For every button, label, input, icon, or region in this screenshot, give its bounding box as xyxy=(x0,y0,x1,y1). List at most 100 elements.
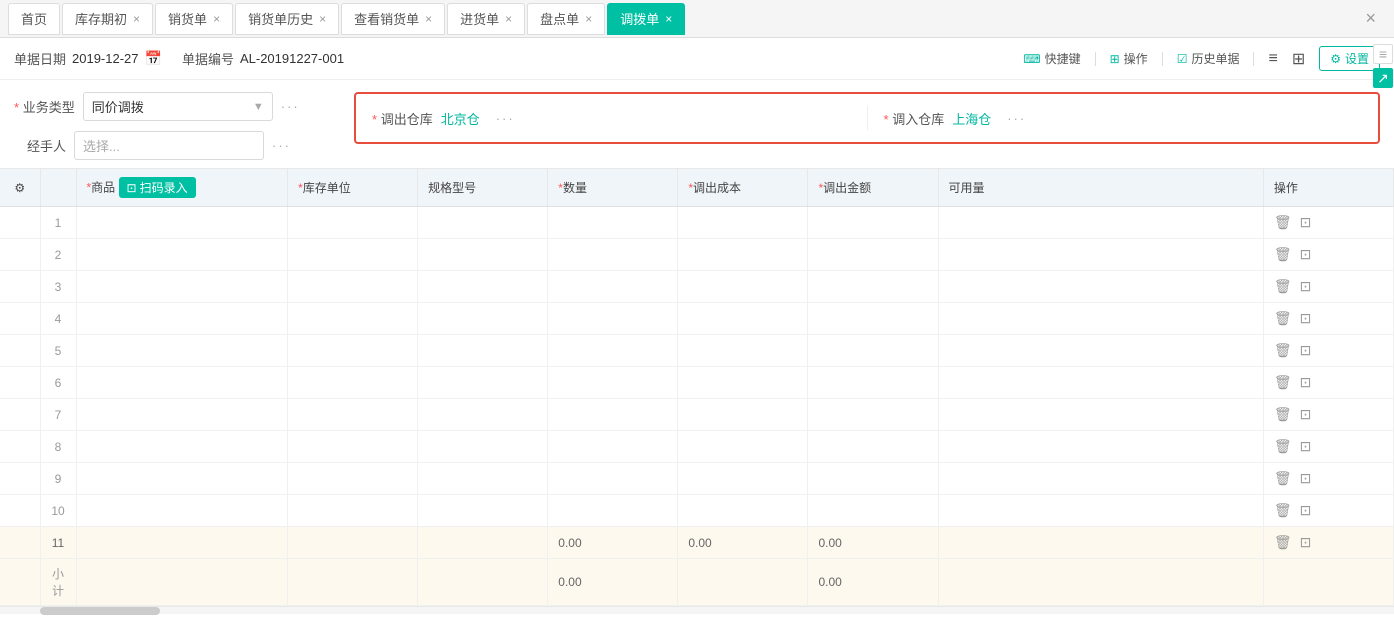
delete-icon[interactable]: 🗑 xyxy=(1274,246,1292,263)
tab-sales-order[interactable]: 销货单 × xyxy=(155,3,233,35)
cell-cost xyxy=(678,239,808,271)
form-area: * 业务类型 同价调拨 ▼ ··· 经手人 选择... ··· * 调出仓库 北… xyxy=(0,80,1394,168)
close-all-tabs[interactable]: × xyxy=(1355,8,1386,29)
history-action[interactable]: ☑ 历史单据 xyxy=(1177,50,1240,67)
cell-product[interactable] xyxy=(76,239,288,271)
delete-icon[interactable]: 🗑 xyxy=(1274,214,1292,231)
scan-btn[interactable]: ⊡ 扫码录入 xyxy=(119,177,196,198)
gear-icon[interactable]: ⚙ xyxy=(14,181,25,195)
cell-qty[interactable] xyxy=(548,303,678,335)
cell-product[interactable] xyxy=(76,367,288,399)
target-wh-value[interactable]: 上海仓 xyxy=(952,109,991,128)
cell-product[interactable] xyxy=(76,399,288,431)
sidebar-expand-icon[interactable]: ↗ xyxy=(1373,68,1393,88)
copy-icon[interactable]: ⊡ xyxy=(1300,214,1312,231)
cell-qty[interactable] xyxy=(548,463,678,495)
calendar-icon[interactable]: 📅 xyxy=(145,50,162,67)
row-gear xyxy=(0,207,40,239)
tab-home[interactable]: 首页 xyxy=(8,3,60,35)
delete-icon[interactable]: 🗑 xyxy=(1274,406,1292,423)
copy-icon[interactable]: ⊡ xyxy=(1300,310,1312,327)
cell-qty[interactable] xyxy=(548,399,678,431)
biz-type-select[interactable]: 同价调拨 ▼ xyxy=(83,92,273,121)
settings-button[interactable]: ⚙ 设置 xyxy=(1319,46,1380,71)
cell-qty[interactable] xyxy=(548,495,678,527)
tab-stocktake[interactable]: 盘点单 × xyxy=(527,3,605,35)
close-tab-2[interactable]: × xyxy=(213,13,220,25)
cell-ops: 🗑 ⊡ xyxy=(1263,303,1393,335)
row-num: 8 xyxy=(40,431,76,463)
source-wh-value[interactable]: 北京仓 xyxy=(441,109,480,128)
close-tab-7[interactable]: × xyxy=(665,13,672,25)
table-header-row: ⚙ *商品 ⊡ 扫码录入 *库存单位 规格型号 *数量 *调出成本 *调出金额 … xyxy=(0,169,1394,207)
th-spec: 规格型号 xyxy=(418,169,548,207)
cell-product[interactable] xyxy=(76,271,288,303)
cell-product[interactable] xyxy=(76,495,288,527)
cell-product[interactable] xyxy=(76,207,288,239)
delete-icon[interactable]: 🗑 xyxy=(1274,502,1292,519)
subtotal-label: 小计 xyxy=(40,559,76,606)
close-tab-1[interactable]: × xyxy=(133,13,140,25)
delete-icon[interactable]: 🗑 xyxy=(1274,470,1292,487)
grid-view-icon[interactable]: ⊞ xyxy=(1292,49,1305,69)
sidebar-list-icon[interactable]: ≡ xyxy=(1373,44,1393,64)
close-tab-4[interactable]: × xyxy=(425,13,432,25)
copy-icon[interactable]: ⊡ xyxy=(1300,246,1312,263)
handler-more-icon[interactable]: ··· xyxy=(272,138,291,153)
date-value[interactable]: 2019-12-27 xyxy=(72,51,139,66)
list-view-icon[interactable]: ≡ xyxy=(1268,50,1277,68)
operations-action[interactable]: ⊞ 操作 xyxy=(1110,50,1148,67)
cell-qty[interactable] xyxy=(548,239,678,271)
gear-header[interactable]: ⚙ xyxy=(0,169,40,207)
cell-product[interactable] xyxy=(76,431,288,463)
table-row: 11 0.00 0.00 0.00 🗑 ⊡ xyxy=(0,527,1394,559)
subtotal-amount-2: 0.00 xyxy=(808,559,938,606)
close-tab-3[interactable]: × xyxy=(319,13,326,25)
horizontal-scrollbar[interactable] xyxy=(0,606,1394,614)
copy-icon[interactable]: ⊡ xyxy=(1300,374,1312,391)
delete-icon[interactable]: 🗑 xyxy=(1274,438,1292,455)
cell-qty[interactable] xyxy=(548,431,678,463)
handler-select[interactable]: 选择... xyxy=(74,131,264,160)
close-tab-6[interactable]: × xyxy=(585,13,592,25)
cell-qty[interactable] xyxy=(548,335,678,367)
target-wh-more-icon[interactable]: ··· xyxy=(1007,111,1026,126)
th-cost: *调出成本 xyxy=(678,169,808,207)
delete-icon[interactable]: 🗑 xyxy=(1274,374,1292,391)
shortcut-action[interactable]: ⌨ 快捷键 xyxy=(1023,50,1080,67)
delete-icon[interactable]: 🗑 xyxy=(1274,310,1292,327)
close-tab-5[interactable]: × xyxy=(505,13,512,25)
source-wh-more-icon[interactable]: ··· xyxy=(496,111,515,126)
cell-spec xyxy=(418,431,548,463)
cell-product[interactable] xyxy=(76,303,288,335)
copy-icon[interactable]: ⊡ xyxy=(1300,470,1312,487)
cell-available xyxy=(938,303,1263,335)
cell-amount xyxy=(808,495,938,527)
cell-product[interactable] xyxy=(76,463,288,495)
copy-icon[interactable]: ⊡ xyxy=(1300,502,1312,519)
tab-transfer[interactable]: 调拨单 × xyxy=(607,3,685,35)
delete-icon[interactable]: 🗑 xyxy=(1274,534,1292,551)
delete-icon[interactable]: 🗑 xyxy=(1274,278,1292,295)
cell-qty[interactable] xyxy=(548,207,678,239)
subtotal-unit xyxy=(288,527,418,559)
th-qty: *数量 xyxy=(548,169,678,207)
cell-product[interactable] xyxy=(76,335,288,367)
cell-unit xyxy=(288,303,418,335)
biz-type-more-icon[interactable]: ··· xyxy=(281,99,300,114)
tab-sales-history[interactable]: 销货单历史 × xyxy=(235,3,339,35)
delete-icon[interactable]: 🗑 xyxy=(1274,342,1292,359)
copy-icon[interactable]: ⊡ xyxy=(1300,534,1312,551)
copy-icon[interactable]: ⊡ xyxy=(1300,278,1312,295)
copy-icon[interactable]: ⊡ xyxy=(1300,406,1312,423)
tab-purchase[interactable]: 进货单 × xyxy=(447,3,525,35)
tab-view-sales[interactable]: 查看销货单 × xyxy=(341,3,445,35)
operations-icon: ⊞ xyxy=(1110,52,1120,66)
cell-qty[interactable] xyxy=(548,271,678,303)
cell-qty[interactable] xyxy=(548,367,678,399)
scrollbar-thumb[interactable] xyxy=(40,607,160,615)
cell-unit xyxy=(288,399,418,431)
copy-icon[interactable]: ⊡ xyxy=(1300,342,1312,359)
copy-icon[interactable]: ⊡ xyxy=(1300,438,1312,455)
tab-inventory-init[interactable]: 库存期初 × xyxy=(62,3,153,35)
